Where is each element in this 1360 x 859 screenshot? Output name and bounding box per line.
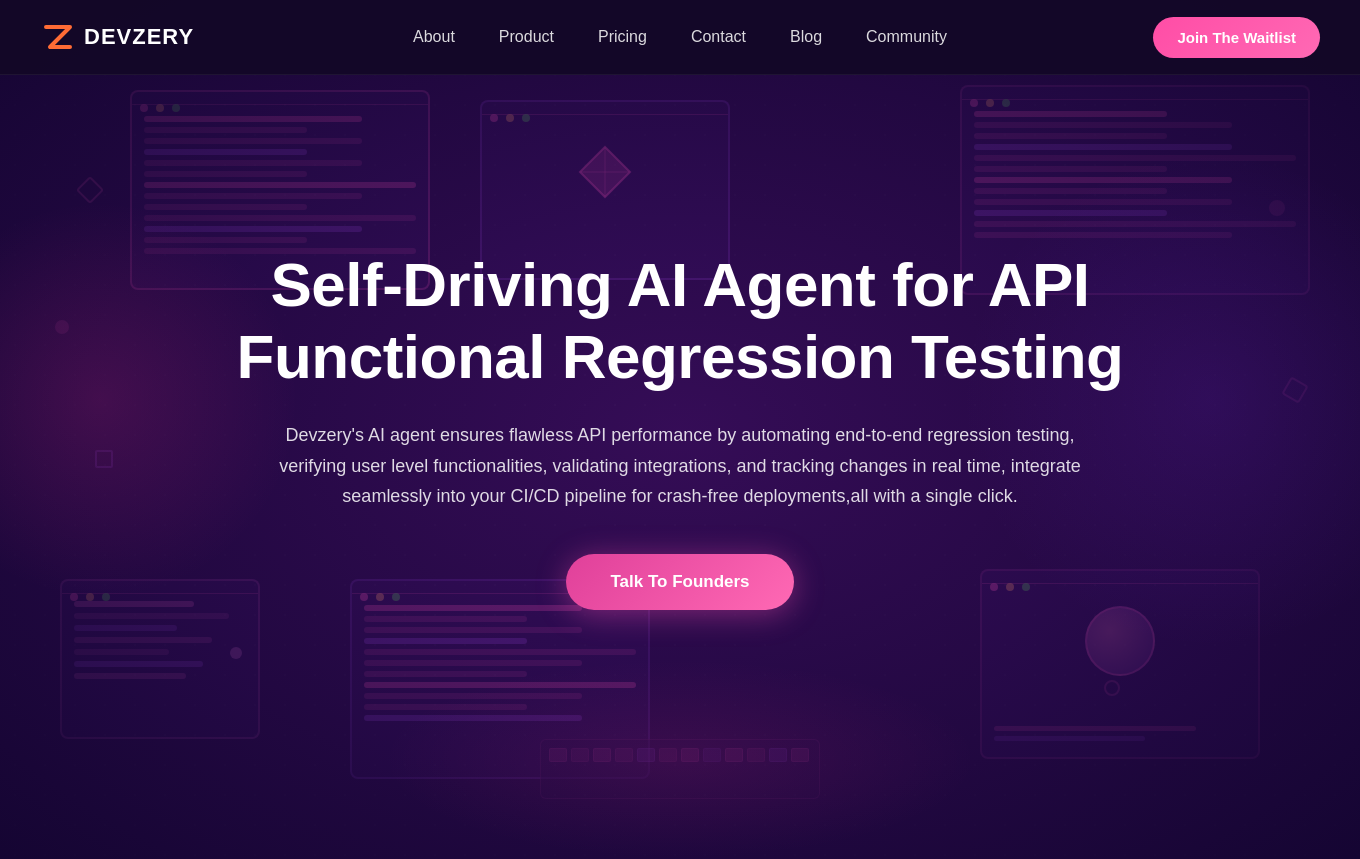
nav-blog[interactable]: Blog <box>772 20 840 54</box>
talk-to-founders-button[interactable]: Talk To Founders <box>566 554 793 610</box>
glow-bottom <box>380 659 980 859</box>
nav-pricing[interactable]: Pricing <box>580 20 665 54</box>
nav-about[interactable]: About <box>395 20 473 54</box>
hero-title: Self-Driving AI Agent for API Functional… <box>230 249 1130 392</box>
logo[interactable]: DEVZERY <box>40 19 194 55</box>
logo-icon <box>40 19 76 55</box>
logo-text: DEVZERY <box>84 24 194 50</box>
hero-subtitle: Devzery's AI agent ensures flawless API … <box>250 420 1110 512</box>
hero-section: Self-Driving AI Agent for API Functional… <box>0 0 1360 859</box>
hero-content: Self-Driving AI Agent for API Functional… <box>230 249 1130 609</box>
nav-product[interactable]: Product <box>481 20 572 54</box>
nav-links: About Product Pricing Contact Blog Commu… <box>395 20 965 54</box>
navbar: DEVZERY About Product Pricing Contact Bl… <box>0 0 1360 75</box>
nav-community[interactable]: Community <box>848 20 965 54</box>
nav-contact[interactable]: Contact <box>673 20 764 54</box>
join-waitlist-button[interactable]: Join The Waitlist <box>1153 17 1320 58</box>
